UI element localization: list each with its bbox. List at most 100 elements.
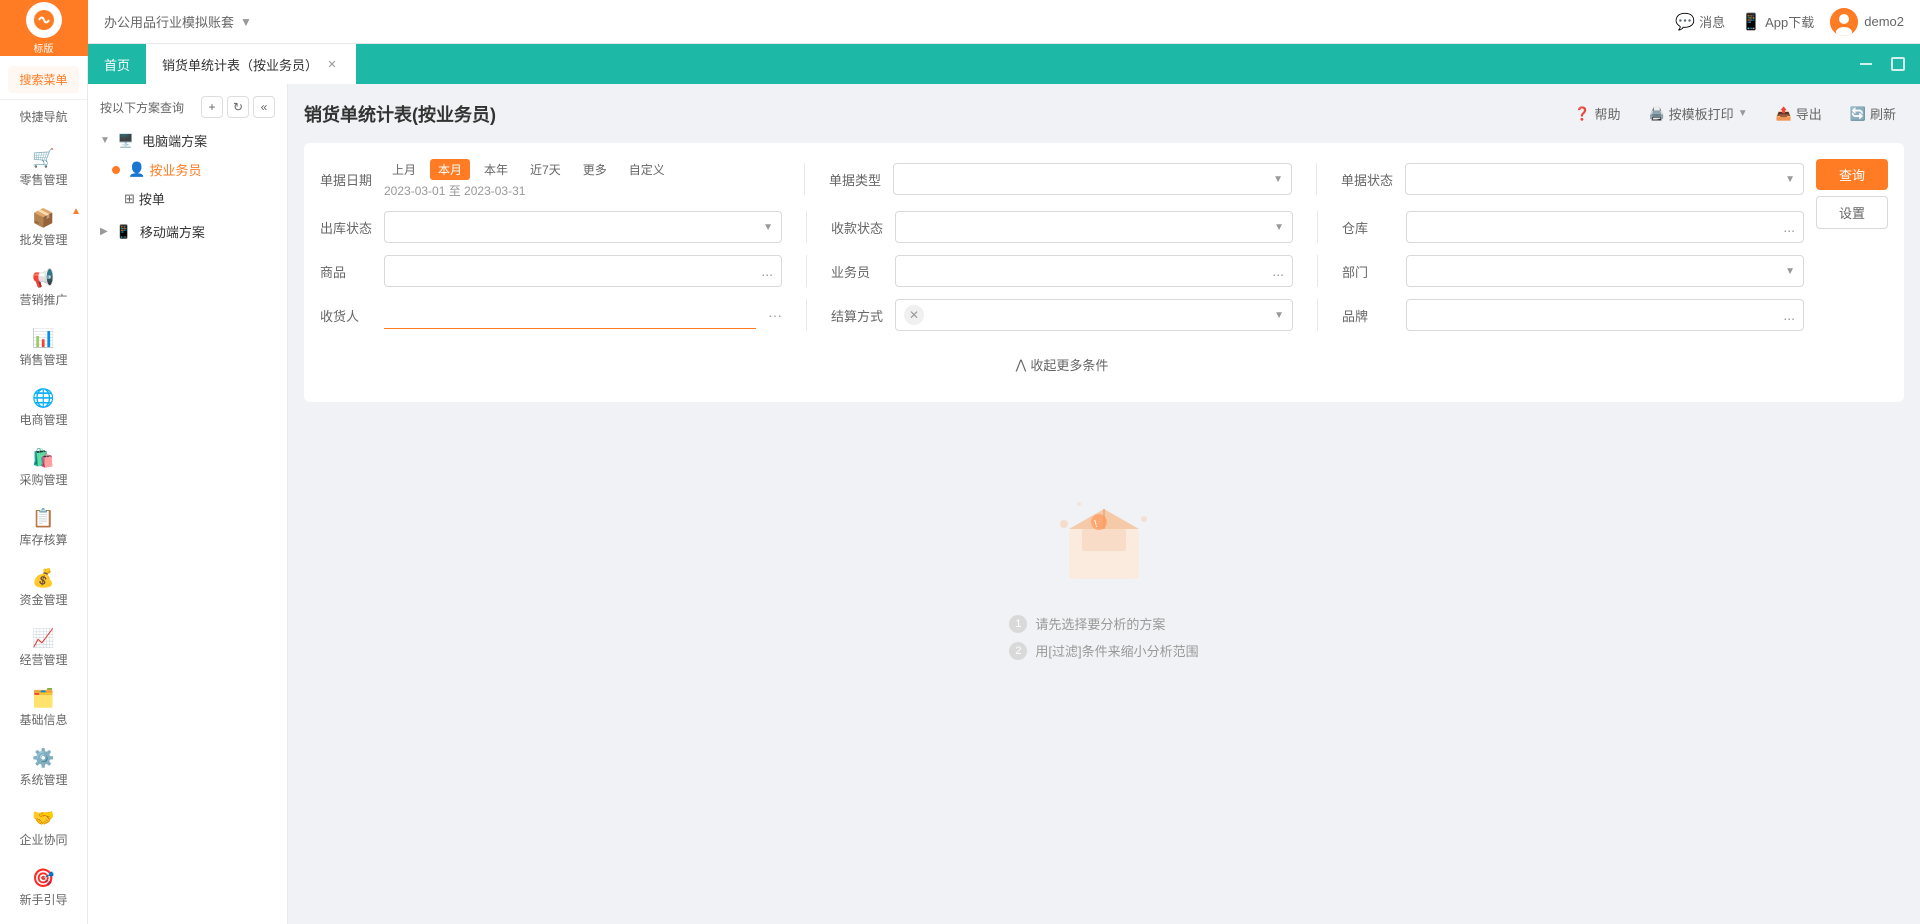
collapse-panel-button[interactable]: «	[253, 96, 275, 118]
tab-sales-stat[interactable]: 销货单统计表（按业务员） ✕	[146, 44, 356, 84]
tree-item-pc[interactable]: ▼ 🖥️ 电脑端方案	[88, 126, 287, 155]
scheme-tree: ▼ 🖥️ 电脑端方案 👤 按业务员 ⊞ 按单 ▶	[88, 126, 287, 246]
help-button[interactable]: ❓ 帮助	[1566, 100, 1628, 127]
user-avatar	[1830, 8, 1858, 36]
date-tab-this-month[interactable]: 本月	[430, 159, 470, 180]
add-scheme-button[interactable]: +	[201, 96, 223, 118]
sidebar-item-marketing[interactable]: 📢 营销推广	[0, 258, 87, 318]
date-range-text: 2023-03-01 至 2023-03-31	[384, 182, 673, 199]
basic-icon: 🗂️	[32, 688, 54, 709]
tab-maximize-button[interactable]	[1884, 50, 1912, 78]
print-dropdown-icon: ▼	[1738, 108, 1748, 119]
date-tab-custom[interactable]: 自定义	[621, 159, 673, 180]
left-panel: 按以下方案查询 + ↻ « ▼ 🖥️ 电脑端方案	[88, 84, 288, 924]
date-tab-last-7[interactable]: 近7天	[522, 159, 569, 180]
sidebar-item-sales[interactable]: 📊 销售管理	[0, 318, 87, 378]
filter-divider-1	[804, 163, 805, 195]
page-title-actions: ❓ 帮助 🖨️ 按模板打印 ▼ 📤 导出 �	[1566, 100, 1904, 127]
user-menu-button[interactable]: demo2	[1830, 8, 1904, 36]
doc-type-label: 单据类型	[829, 170, 885, 189]
marketing-icon: 📢	[32, 268, 54, 289]
filter-doc-status-item: 单据状态 ▼	[1341, 163, 1804, 195]
sidebar-item-operations[interactable]: 📈 经营管理	[0, 618, 87, 678]
product-select[interactable]: ...	[384, 255, 782, 287]
sidebar-item-wholesale[interactable]: 📦 批发管理 ▲	[0, 198, 87, 258]
date-tab-last-month[interactable]: 上月	[384, 159, 424, 180]
tree-item-salesperson[interactable]: 👤 按业务员	[88, 155, 287, 184]
brand-dots: ...	[1783, 307, 1795, 323]
doc-status-select[interactable]: ▼	[1405, 163, 1804, 195]
filter-warehouse-item: 仓库 ...	[1342, 211, 1804, 243]
tab-minimize-button[interactable]	[1852, 50, 1880, 78]
outbound-label: 出库状态	[320, 218, 376, 237]
collapse-button[interactable]: ⋀ 收起更多条件	[1004, 351, 1121, 378]
tip-num-1: 1	[1009, 615, 1027, 633]
settlement-arrow-icon: ▼	[1274, 310, 1284, 321]
collapse-up-icon: ⋀	[1016, 357, 1027, 373]
brand-select[interactable]: ...	[1406, 299, 1804, 331]
filter-doc-type-item: 单据类型 ▼	[829, 163, 1292, 195]
settlement-select[interactable]: ✕ ▼	[895, 299, 1293, 331]
print-icon: 🖨️	[1648, 106, 1664, 122]
tip-num-2: 2	[1009, 642, 1027, 660]
sidebar: 标版 搜索菜单 快捷导航 🛒 零售管理 📦 批发管理 ▲ 📢 营销推广 📊	[0, 0, 88, 924]
date-tab-more[interactable]: 更多	[575, 159, 615, 180]
messages-button[interactable]: 💬 消息	[1675, 12, 1725, 32]
app-download-button[interactable]: 📱 App下载	[1741, 12, 1814, 32]
filter-divider-8	[1317, 299, 1318, 331]
settings-button[interactable]: 设置	[1816, 196, 1888, 229]
outbound-select[interactable]: ▼	[384, 211, 782, 243]
settlement-clear-btn[interactable]: ✕	[904, 305, 924, 325]
left-panel-header: 按以下方案查询 + ↻ «	[88, 96, 287, 126]
export-icon: 📤	[1776, 106, 1792, 122]
filter-department-item: 部门 ▼	[1342, 255, 1804, 287]
salesperson-select[interactable]: ...	[895, 255, 1293, 287]
date-label: 单据日期	[320, 170, 376, 189]
tab-close-button[interactable]: ✕	[324, 56, 340, 72]
consignee-label: 收货人	[320, 306, 376, 325]
retail-icon: 🛒	[32, 148, 54, 169]
department-select[interactable]: ▼	[1406, 255, 1804, 287]
filter-date-block: 上月 本月 本年 近7天 更多 自定义 2023-03-01 至 2023-03…	[384, 159, 673, 199]
logo-text: 标版	[34, 40, 54, 55]
tab-home[interactable]: 首页	[88, 44, 146, 84]
date-tab-this-year[interactable]: 本年	[476, 159, 516, 180]
tree-item-mobile[interactable]: ▶ 📱 移动端方案	[88, 217, 287, 246]
top-bar-actions: 💬 消息 📱 App下载 demo2	[1675, 8, 1904, 36]
sidebar-item-apps[interactable]: 📱 应用中心	[0, 918, 87, 924]
department-label: 部门	[1342, 262, 1398, 281]
filter-row-4: 收货人 ··· 结算方式 ✕	[320, 299, 1804, 331]
consignee-input[interactable]	[384, 301, 756, 329]
search-menu-button[interactable]: 搜索菜单	[8, 66, 79, 93]
warehouse-select[interactable]: ...	[1406, 211, 1804, 243]
filter-divider-6	[1317, 255, 1318, 287]
sidebar-item-ecommerce[interactable]: 🌐 电商管理	[0, 378, 87, 438]
sidebar-item-finance[interactable]: 💰 资金管理	[0, 558, 87, 618]
sidebar-item-basic[interactable]: 🗂️ 基础信息	[0, 678, 87, 738]
query-button[interactable]: 查询	[1816, 159, 1888, 190]
sidebar-item-inventory[interactable]: 📋 库存核算	[0, 498, 87, 558]
tab-bar: 首页 销货单统计表（按业务员） ✕	[88, 44, 1920, 84]
doc-type-select[interactable]: ▼	[893, 163, 1292, 195]
template-print-button[interactable]: 🖨️ 按模板打印 ▼	[1640, 100, 1755, 127]
top-bar: 办公用品行业模拟账套 ▼ 💬 消息 📱 App下载 demo2	[88, 0, 1920, 44]
sidebar-item-system[interactable]: ⚙️ 系统管理	[0, 738, 87, 798]
page-title-bar: 销货单统计表(按业务员) ❓ 帮助 🖨️ 按模板打印 ▼ 📤	[304, 100, 1904, 127]
sidebar-item-guide[interactable]: 🎯 新手引导	[0, 858, 87, 918]
filter-salesperson-item: 业务员 ...	[831, 255, 1293, 287]
tree-item-by-order[interactable]: ⊞ 按单	[88, 184, 287, 213]
refresh-button[interactable]: 🔄 刷新	[1842, 100, 1904, 127]
warehouse-label: 仓库	[1342, 218, 1398, 237]
sidebar-item-purchase[interactable]: 🛍️ 采购管理	[0, 438, 87, 498]
payment-select[interactable]: ▼	[895, 211, 1293, 243]
quick-nav-button[interactable]: 快捷导航	[0, 100, 87, 133]
top-bar-dropdown-icon[interactable]: ▼	[240, 15, 252, 29]
refresh-scheme-button[interactable]: ↻	[227, 96, 249, 118]
export-button[interactable]: 📤 导出	[1768, 100, 1830, 127]
sidebar-item-retail[interactable]: 🛒 零售管理	[0, 138, 87, 198]
sales-icon: 📊	[32, 328, 54, 349]
filter-action-buttons: 查询 设置	[1816, 159, 1888, 386]
empty-state-icon: !	[1044, 474, 1164, 594]
sidebar-item-enterprise[interactable]: 🤝 企业协同	[0, 798, 87, 858]
tab-bar-right	[1852, 50, 1920, 78]
